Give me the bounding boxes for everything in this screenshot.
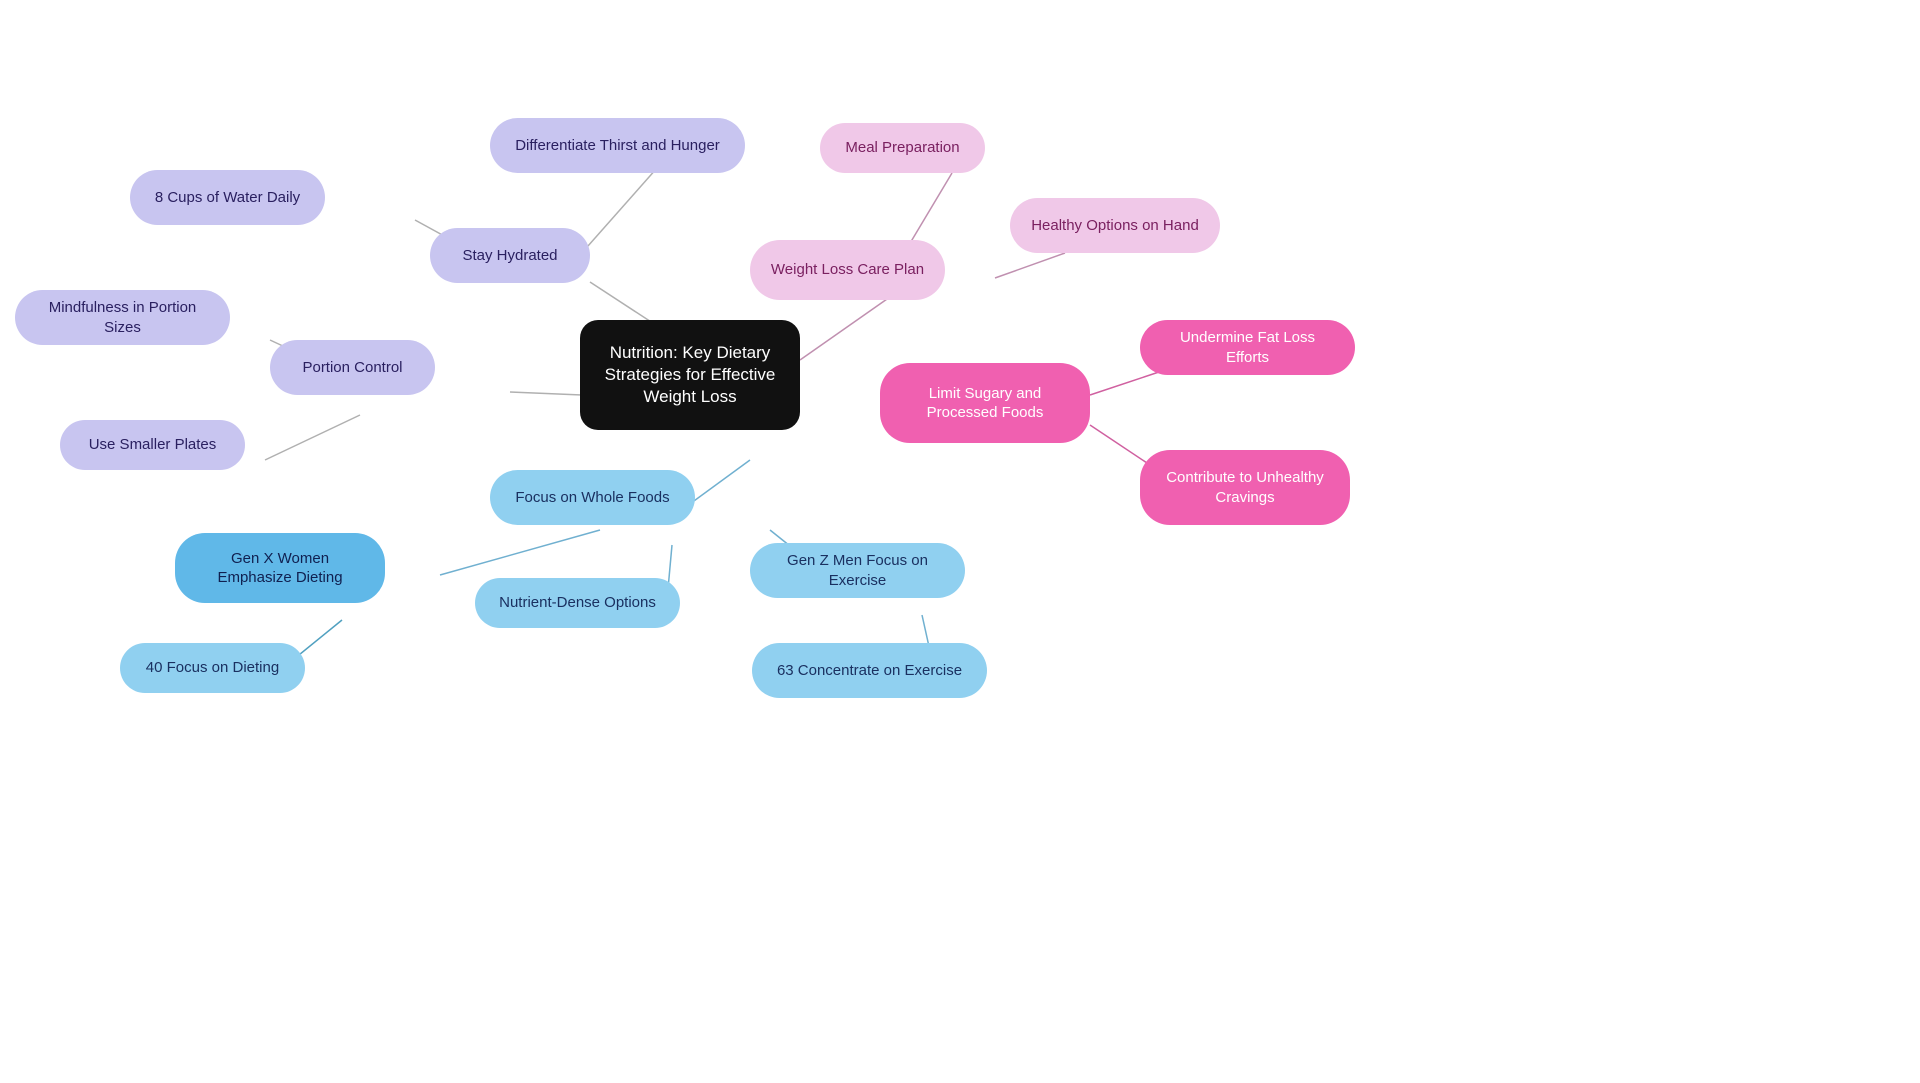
center-node[interactable]: Nutrition: Key Dietary Strategies for Ef… [580, 320, 800, 430]
gen-z-men-node[interactable]: Gen Z Men Focus on Exercise [750, 543, 965, 598]
limit-sugary-node[interactable]: Limit Sugary and Processed Foods [880, 363, 1090, 443]
focus-dieting-node[interactable]: 40 Focus on Dieting [120, 643, 305, 693]
undermine-fat-node[interactable]: Undermine Fat Loss Efforts [1140, 320, 1355, 375]
nutrient-dense-node[interactable]: Nutrient-Dense Options [475, 578, 680, 628]
differentiate-thirst-node[interactable]: Differentiate Thirst and Hunger [490, 118, 745, 173]
stay-hydrated-node[interactable]: Stay Hydrated [430, 228, 590, 283]
mindfulness-node[interactable]: Mindfulness in Portion Sizes [15, 290, 230, 345]
focus-whole-node[interactable]: Focus on Whole Foods [490, 470, 695, 525]
smaller-plates-node[interactable]: Use Smaller Plates [60, 420, 245, 470]
mindmap-container: Nutrition: Key Dietary Strategies for Ef… [0, 0, 1920, 1083]
concentrate-exercise-node[interactable]: 63 Concentrate on Exercise [752, 643, 987, 698]
healthy-options-node[interactable]: Healthy Options on Hand [1010, 198, 1220, 253]
gen-x-women-node[interactable]: Gen X Women Emphasize Dieting [175, 533, 385, 603]
meal-prep-node[interactable]: Meal Preparation [820, 123, 985, 173]
cups-water-node[interactable]: 8 Cups of Water Daily [130, 170, 325, 225]
portion-control-node[interactable]: Portion Control [270, 340, 435, 395]
contribute-unhealthy-node[interactable]: Contribute to Unhealthy Cravings [1140, 450, 1350, 525]
weight-loss-care-node[interactable]: Weight Loss Care Plan [750, 240, 945, 300]
